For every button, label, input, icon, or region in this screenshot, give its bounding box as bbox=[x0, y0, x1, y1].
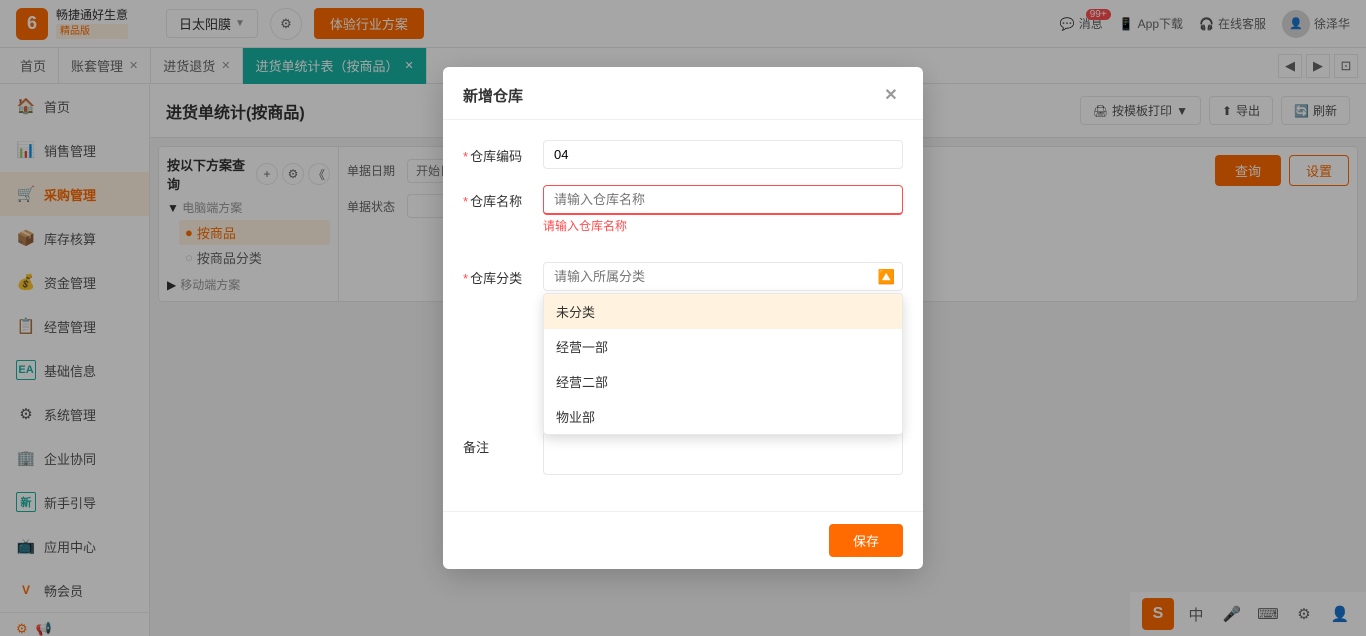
category-dropdown-list: 未分类 经营一部 经营二部 物业部 bbox=[543, 293, 903, 435]
dropdown-item-op3[interactable]: 物业部 bbox=[544, 399, 902, 434]
form-row-name: *仓库名称 请输入仓库名称 bbox=[463, 185, 903, 234]
form-row-category: *仓库分类 🔼 未分类 经营一部 经营二部 物业部 bbox=[463, 262, 903, 291]
dropdown-item-op2[interactable]: 经营二部 bbox=[544, 364, 902, 399]
dropdown-item-uncategorized[interactable]: 未分类 bbox=[544, 294, 902, 329]
dialog-add-warehouse: 新增仓库 ✕ *仓库编码 *仓库名称 请输入仓库名称 bbox=[443, 67, 923, 569]
dialog-header: 新增仓库 ✕ bbox=[443, 67, 923, 120]
dialog-body: *仓库编码 *仓库名称 请输入仓库名称 *仓库分类 bbox=[443, 120, 923, 511]
form-row-code: *仓库编码 bbox=[463, 140, 903, 169]
warehouse-category-label: *仓库分类 bbox=[463, 262, 543, 287]
form-row-remark: 备注 bbox=[463, 431, 903, 475]
warehouse-name-wrapper: 请输入仓库名称 bbox=[543, 185, 903, 234]
dialog-footer: 保存 bbox=[443, 511, 923, 569]
remark-input[interactable] bbox=[543, 431, 903, 475]
warehouse-name-input[interactable] bbox=[543, 185, 903, 215]
dropdown-item-op1[interactable]: 经营一部 bbox=[544, 329, 902, 364]
remark-label: 备注 bbox=[463, 431, 543, 456]
warehouse-name-label: *仓库名称 bbox=[463, 185, 543, 210]
category-dropdown-toggle[interactable]: 🔼 bbox=[878, 268, 895, 285]
warehouse-code-input[interactable] bbox=[543, 140, 903, 169]
warehouse-category-wrapper: 🔼 未分类 经营一部 经营二部 物业部 bbox=[543, 262, 903, 291]
dialog-close-button[interactable]: ✕ bbox=[879, 83, 903, 107]
modal-overlay[interactable]: 新增仓库 ✕ *仓库编码 *仓库名称 请输入仓库名称 bbox=[0, 0, 1366, 636]
save-button[interactable]: 保存 bbox=[829, 524, 903, 557]
warehouse-category-input[interactable] bbox=[543, 262, 903, 291]
warehouse-code-label: *仓库编码 bbox=[463, 140, 543, 165]
warehouse-name-error: 请输入仓库名称 bbox=[543, 217, 903, 234]
dialog-title: 新增仓库 bbox=[463, 85, 523, 106]
